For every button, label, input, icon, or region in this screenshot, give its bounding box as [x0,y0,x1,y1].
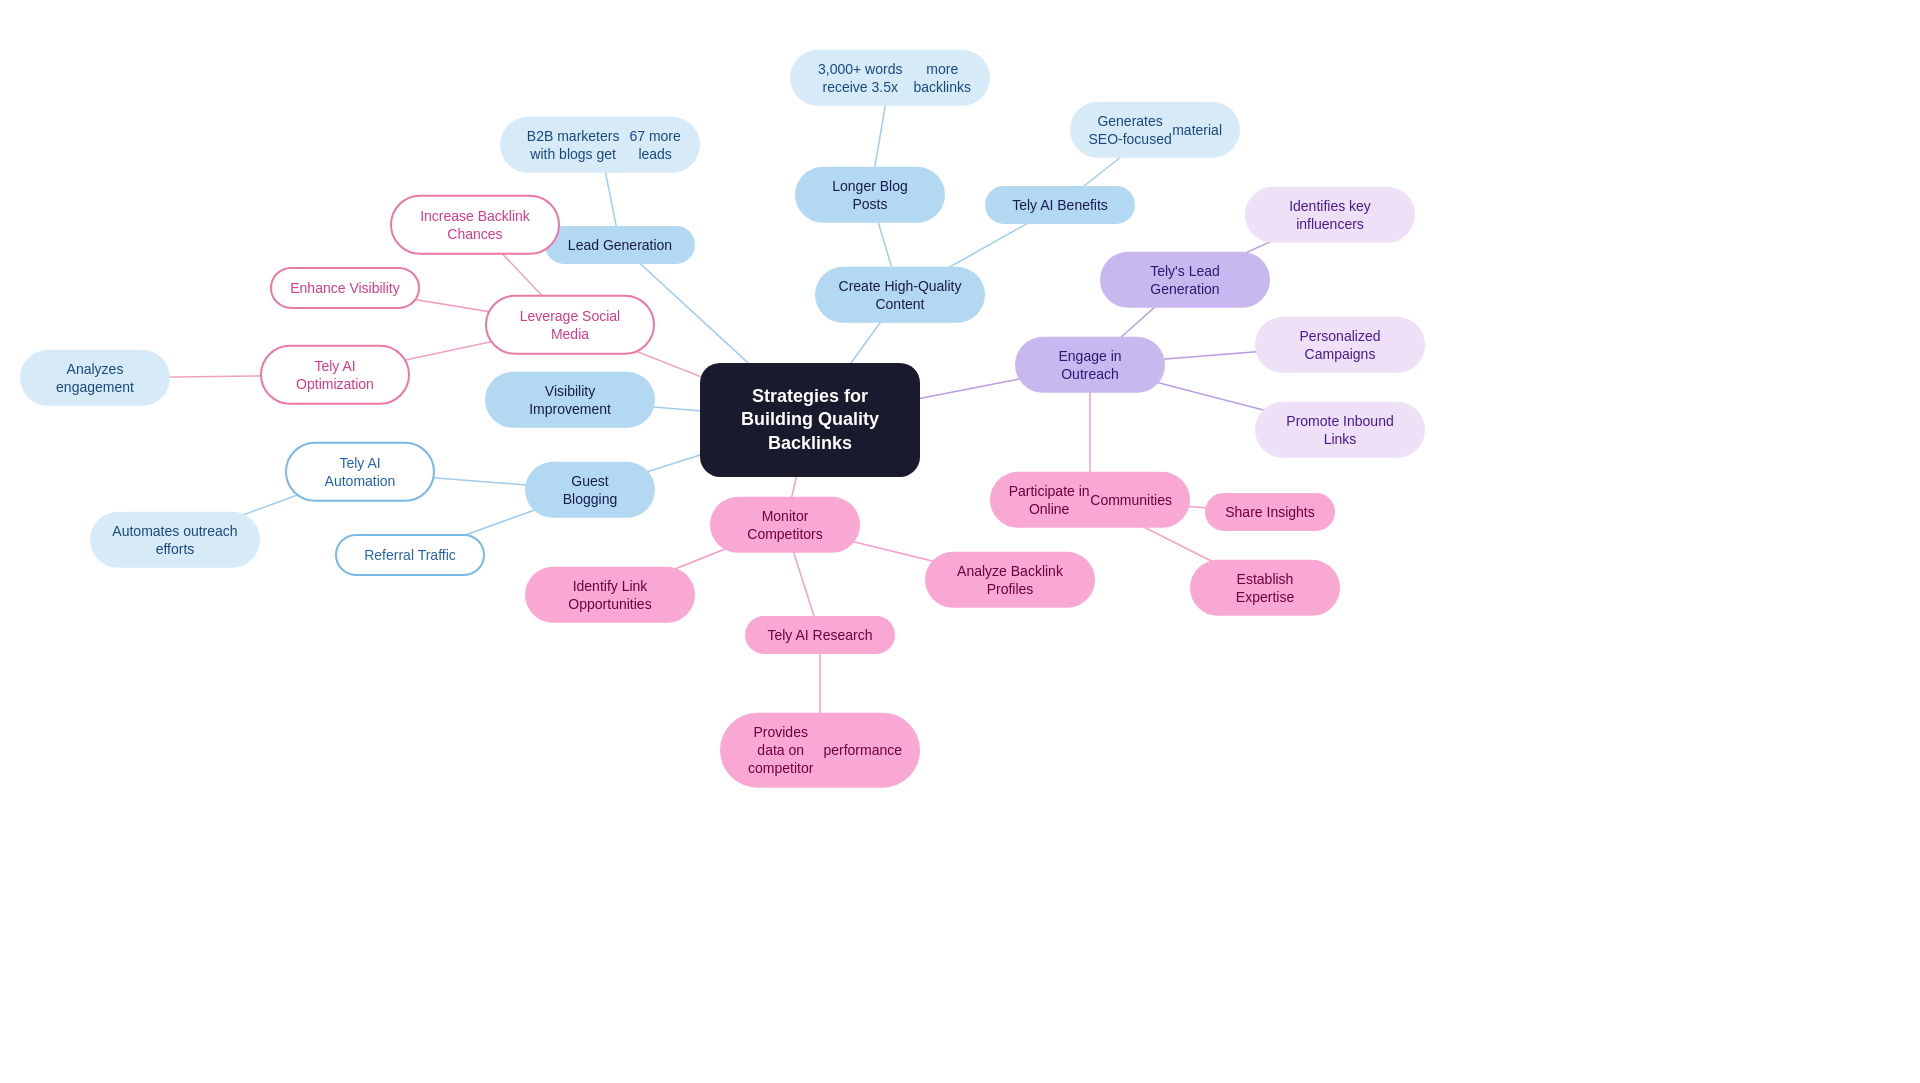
increase-backlink-node: Increase Backlink Chances [390,195,560,255]
visibility-improvement-node: Visibility Improvement [485,372,655,428]
tely-automation-node: Tely AI Automation [285,442,435,502]
share-insights-node: Share Insights [1205,493,1335,531]
participate-online-node: Participate in OnlineCommunities [990,472,1190,528]
center-node: Strategies for Building Quality Backlink… [700,363,920,477]
b2b-marketers-node: B2B marketers with blogs get67 more lead… [500,117,700,173]
guest-blogging-node: Guest Blogging [525,462,655,518]
enhance-visibility-node: Enhance Visibility [270,267,420,309]
generates-seo-node: Generates SEO-focusedmaterial [1070,102,1240,158]
3000-words-node: 3,000+ words receive 3.5xmore backlinks [790,50,990,106]
automates-outreach-node: Automates outreach efforts [90,512,260,568]
leverage-social-node: Leverage Social Media [485,295,655,355]
longer-posts-node: Longer Blog Posts [795,167,945,223]
referral-traffic-node: Referral Traffic [335,534,485,576]
personalized-campaigns-node: Personalized Campaigns [1255,317,1425,373]
connection-lines [0,0,1920,1083]
analyze-backlinks-node: Analyze Backlink Profiles [925,552,1095,608]
establish-expertise-node: Establish Expertise [1190,560,1340,616]
identifies-influencers-node: Identifies key influencers [1245,187,1415,243]
mind-map-canvas: Strategies for Building Quality Backlink… [0,0,1920,1083]
engage-outreach-node: Engage in Outreach [1015,337,1165,393]
monitor-competitors-node: Monitor Competitors [710,497,860,553]
tely-optimization-node: Tely AI Optimization [260,345,410,405]
tely-lead-gen-node: Tely's Lead Generation [1100,252,1270,308]
lead-gen-node: Lead Generation [545,226,695,264]
tely-benefits-node: Tely AI Benefits [985,186,1135,224]
provides-data-node: Provides data on competitorperformance [720,713,920,788]
analyzes-engagement-node: Analyzes engagement [20,350,170,406]
tely-research-node: Tely AI Research [745,616,895,654]
create-content-node: Create High-Quality Content [815,267,985,323]
identify-links-node: Identify Link Opportunities [525,567,695,623]
promote-inbound-node: Promote Inbound Links [1255,402,1425,458]
